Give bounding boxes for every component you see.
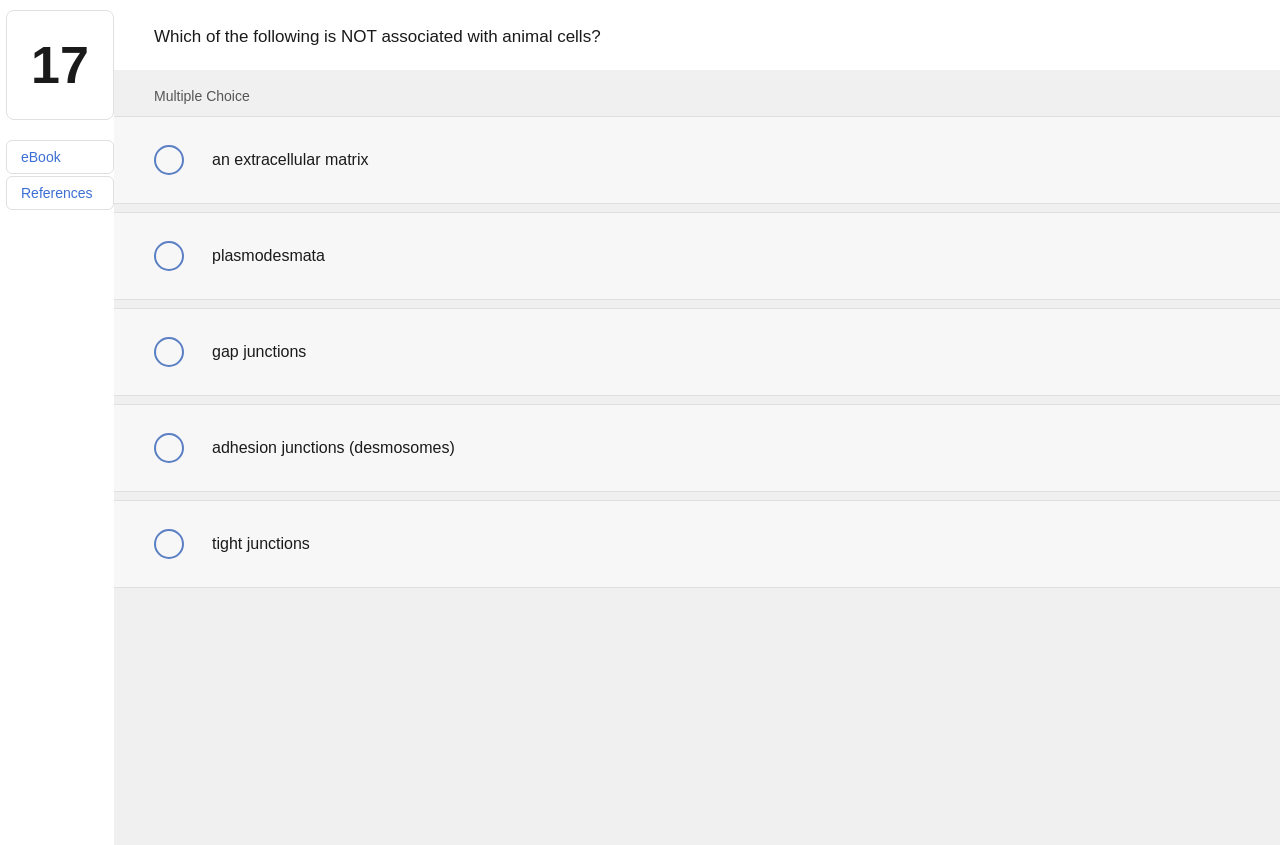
main-content: Which of the following is NOT associated… <box>114 0 1280 845</box>
option-item-e[interactable]: tight junctions <box>114 500 1280 588</box>
options-container: an extracellular matrix plasmodesmata gap … <box>114 116 1280 596</box>
answer-section: Multiple Choice an extracellular matrix p… <box>114 70 1280 846</box>
question-number: 17 <box>31 39 89 91</box>
radio-d[interactable] <box>154 433 184 463</box>
references-link[interactable]: References <box>6 176 114 210</box>
question-number-card: 17 <box>6 10 114 120</box>
radio-a[interactable] <box>154 145 184 175</box>
option-label-a: an extracellular matrix <box>212 151 369 169</box>
option-item-d[interactable]: adhesion junctions (desmosomes) <box>114 404 1280 492</box>
sidebar-links: eBook References <box>0 140 114 212</box>
option-label-b: plasmodesmata <box>212 247 325 265</box>
option-label-d: adhesion junctions (desmosomes) <box>212 439 455 457</box>
question-header: Which of the following is NOT associated… <box>114 0 1280 70</box>
radio-e[interactable] <box>154 529 184 559</box>
option-label-c: gap junctions <box>212 343 306 361</box>
sidebar: 17 eBook References <box>0 0 114 845</box>
radio-b[interactable] <box>154 241 184 271</box>
option-label-e: tight junctions <box>212 535 310 553</box>
option-item-a[interactable]: an extracellular matrix <box>114 116 1280 204</box>
answer-type-label: Multiple Choice <box>114 70 1280 116</box>
option-item-c[interactable]: gap junctions <box>114 308 1280 396</box>
question-text: Which of the following is NOT associated… <box>154 24 1240 50</box>
option-item-b[interactable]: plasmodesmata <box>114 212 1280 300</box>
ebook-link[interactable]: eBook <box>6 140 114 174</box>
radio-c[interactable] <box>154 337 184 367</box>
